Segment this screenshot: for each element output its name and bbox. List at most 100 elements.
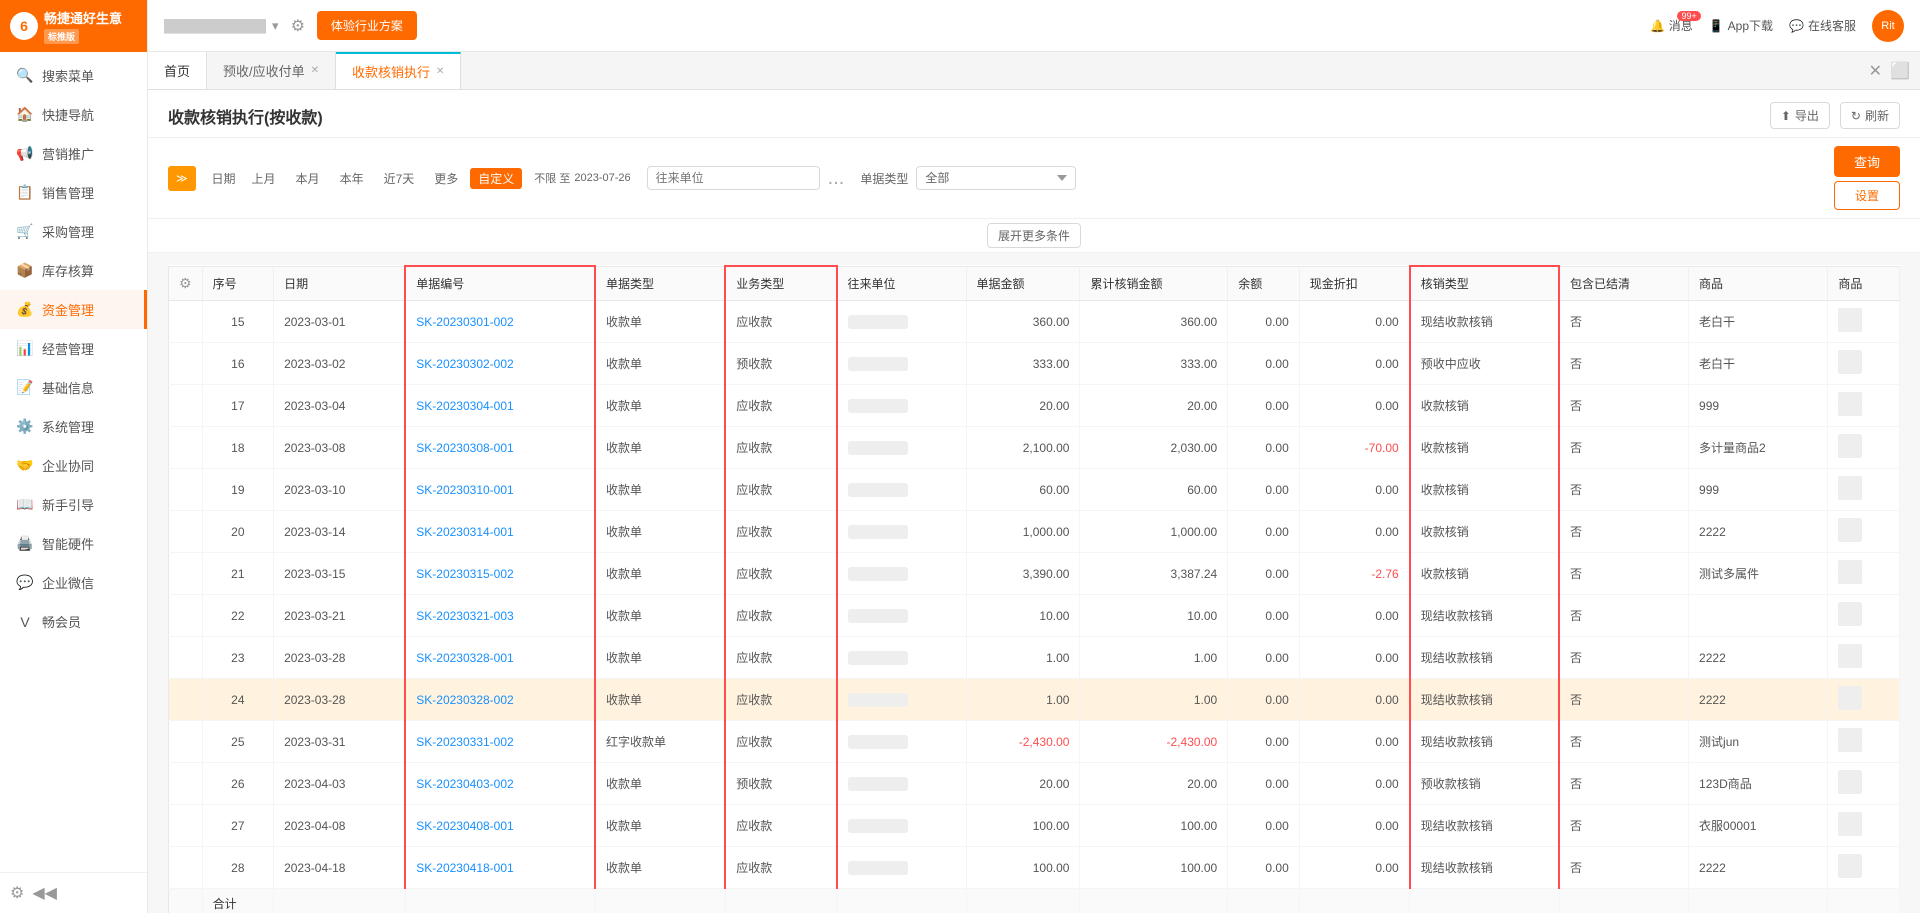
filter-partner-input[interactable] bbox=[647, 166, 820, 190]
table-settings-gear[interactable]: ⚙ bbox=[179, 275, 192, 291]
sidebar-item-purchase[interactable]: 🛒采购管理 bbox=[0, 212, 147, 251]
filter-custom-btn[interactable]: 自定义 bbox=[470, 168, 522, 189]
sidebar-item-wechat[interactable]: 💬企业微信 bbox=[0, 563, 147, 602]
sidebar-item-search[interactable]: 🔍搜索菜单 bbox=[0, 56, 147, 95]
footer-cell-7 bbox=[966, 889, 1080, 913]
bill-link[interactable]: SK-20230315-002 bbox=[416, 567, 513, 581]
cell-billno[interactable]: SK-20230310-001 bbox=[405, 469, 595, 511]
cell-balance: 0.00 bbox=[1228, 679, 1300, 721]
cell-billno[interactable]: SK-20230418-001 bbox=[405, 847, 595, 889]
tab-home[interactable]: 首页 bbox=[148, 52, 207, 89]
data-table: ⚙序号日期单据编号单据类型业务类型往来单位单据金额累计核销金额余额现金折扣核销类… bbox=[168, 265, 1900, 913]
filter-this-month-btn[interactable]: 本月 bbox=[288, 168, 328, 189]
cell-billno[interactable]: SK-20230408-001 bbox=[405, 805, 595, 847]
query-button[interactable]: 查询 bbox=[1834, 146, 1900, 177]
cell-amount: 20.00 bbox=[966, 385, 1080, 427]
cell-billno[interactable]: SK-20230302-002 bbox=[405, 343, 595, 385]
cell-no: 23 bbox=[202, 637, 274, 679]
cell-billno[interactable]: SK-20230328-002 bbox=[405, 679, 595, 721]
sidebar-item-member[interactable]: V畅会员 bbox=[0, 602, 147, 641]
cell-biztype: 预收款 bbox=[725, 343, 836, 385]
sidebar-item-ops[interactable]: 📊经营管理 bbox=[0, 329, 147, 368]
maximize-icon[interactable]: ⬜ bbox=[1890, 61, 1910, 81]
topbar-gear-icon[interactable]: ⚙ bbox=[291, 16, 305, 36]
filter-billtype-select[interactable]: 全部 收款单 bbox=[916, 166, 1076, 190]
cell-goods2 bbox=[1828, 763, 1900, 805]
cell-billno[interactable]: SK-20230403-002 bbox=[405, 763, 595, 805]
tab-close-verify[interactable]: ✕ bbox=[436, 66, 444, 77]
bill-link[interactable]: SK-20230308-001 bbox=[416, 441, 513, 455]
sidebar-icon-basic: 📝 bbox=[16, 379, 34, 396]
goods-thumb bbox=[1838, 560, 1862, 584]
cell-billno[interactable]: SK-20230304-001 bbox=[405, 385, 595, 427]
sidebar-item-corp[interactable]: 🤝企业协同 bbox=[0, 446, 147, 485]
bill-link[interactable]: SK-20230321-003 bbox=[416, 609, 513, 623]
industry-solution-button[interactable]: 体验行业方案 bbox=[317, 11, 417, 40]
expand-conditions-button[interactable]: 展开更多条件 bbox=[987, 223, 1081, 248]
bill-link[interactable]: SK-20230403-002 bbox=[416, 777, 513, 791]
filter-last7-btn[interactable]: 近7天 bbox=[376, 168, 423, 189]
sidebar-item-marketing[interactable]: 📢营销推广 bbox=[0, 134, 147, 173]
cell-incl: 否 bbox=[1559, 301, 1689, 343]
settings-icon[interactable]: ⚙ bbox=[10, 883, 24, 903]
collapse-icon[interactable]: ◀◀ bbox=[32, 883, 57, 903]
app-download[interactable]: 📱 App下载 bbox=[1709, 17, 1773, 34]
cell-amount: 10.00 bbox=[966, 595, 1080, 637]
filter-more-btn[interactable]: 更多 bbox=[426, 168, 466, 189]
footer-cell-1: 合计 bbox=[202, 889, 274, 913]
refresh-button[interactable]: ↻ 刷新 bbox=[1840, 102, 1900, 129]
close-window-icon[interactable]: ✕ bbox=[1869, 61, 1882, 81]
sidebar-item-quick[interactable]: 🏠快捷导航 bbox=[0, 95, 147, 134]
filter-settings-button[interactable]: 设置 bbox=[1834, 181, 1900, 210]
sidebar-item-finance[interactable]: 💰资金管理 bbox=[0, 290, 147, 329]
cell-billno[interactable]: SK-20230308-001 bbox=[405, 427, 595, 469]
cell-billtype: 收款单 bbox=[595, 679, 725, 721]
sidebar-item-stock[interactable]: 📦库存核算 bbox=[0, 251, 147, 290]
cell-canceltype: 收款核销 bbox=[1410, 385, 1559, 427]
bill-link[interactable]: SK-20230302-002 bbox=[416, 357, 513, 371]
sidebar-item-hardware[interactable]: 🖨️智能硬件 bbox=[0, 524, 147, 563]
export-button[interactable]: ⬆ 导出 bbox=[1770, 102, 1830, 129]
online-service[interactable]: 💬 在线客服 bbox=[1789, 17, 1856, 34]
topbar: ████████████ ▾ ⚙ 体验行业方案 🔔 99+ 消息 📱 App下载… bbox=[148, 0, 1920, 52]
cell-billno[interactable]: SK-20230315-002 bbox=[405, 553, 595, 595]
cell-billno[interactable]: SK-20230331-002 bbox=[405, 721, 595, 763]
export-label: 导出 bbox=[1795, 107, 1819, 124]
sidebar-item-sales[interactable]: 📋销售管理 bbox=[0, 173, 147, 212]
goods-thumb bbox=[1838, 308, 1862, 332]
tab-close-prepay[interactable]: ✕ bbox=[311, 65, 319, 76]
bill-link[interactable]: SK-20230304-001 bbox=[416, 399, 513, 413]
cell-billno[interactable]: SK-20230321-003 bbox=[405, 595, 595, 637]
bill-link[interactable]: SK-20230310-001 bbox=[416, 483, 513, 497]
bill-link[interactable]: SK-20230331-002 bbox=[416, 735, 513, 749]
filter-this-year-btn[interactable]: 本年 bbox=[332, 168, 372, 189]
col-header-billno: 单据编号 bbox=[405, 266, 595, 301]
bill-link[interactable]: SK-20230314-001 bbox=[416, 525, 513, 539]
sidebar-item-guide[interactable]: 📖新手引导 bbox=[0, 485, 147, 524]
main-area: ████████████ ▾ ⚙ 体验行业方案 🔔 99+ 消息 📱 App下载… bbox=[148, 0, 1920, 913]
bill-link[interactable]: SK-20230418-001 bbox=[416, 861, 513, 875]
sidebar-item-basic[interactable]: 📝基础信息 bbox=[0, 368, 147, 407]
filter-toggle-btn[interactable]: ≫ bbox=[168, 166, 196, 191]
sidebar-item-system[interactable]: ⚙️系统管理 bbox=[0, 407, 147, 446]
notification-icon[interactable]: 🔔 99+ 消息 bbox=[1650, 17, 1692, 34]
table-wrapper[interactable]: ⚙序号日期单据编号单据类型业务类型往来单位单据金额累计核销金额余额现金折扣核销类… bbox=[148, 253, 1920, 913]
table-footer-row: 合计 bbox=[169, 889, 1900, 913]
bill-link[interactable]: SK-20230408-001 bbox=[416, 819, 513, 833]
cell-billno[interactable]: SK-20230328-001 bbox=[405, 637, 595, 679]
user-avatar[interactable]: Rit bbox=[1872, 10, 1904, 42]
blurred-partner bbox=[848, 735, 908, 749]
bill-link[interactable]: SK-20230328-001 bbox=[416, 651, 513, 665]
bill-link[interactable]: SK-20230328-002 bbox=[416, 693, 513, 707]
filter-last-month-btn[interactable]: 上月 bbox=[244, 168, 284, 189]
sidebar-icon-sales: 📋 bbox=[16, 184, 34, 201]
topbar-dropdown-icon[interactable]: ▾ bbox=[272, 18, 279, 34]
sidebar-menu: 🔍搜索菜单🏠快捷导航📢营销推广📋销售管理🛒采购管理📦库存核算💰资金管理📊经营管理… bbox=[0, 52, 147, 872]
cell-billno[interactable]: SK-20230301-002 bbox=[405, 301, 595, 343]
tab-verify[interactable]: 收款核销执行✕ bbox=[336, 52, 461, 89]
tab-prepay[interactable]: 预收/应收付单✕ bbox=[207, 52, 336, 89]
cell-billno[interactable]: SK-20230314-001 bbox=[405, 511, 595, 553]
cell-goods: 测试jun bbox=[1689, 721, 1828, 763]
bill-link[interactable]: SK-20230301-002 bbox=[416, 315, 513, 329]
table-row: 202023-03-14SK-20230314-001收款单应收款 1,000.… bbox=[169, 511, 1900, 553]
